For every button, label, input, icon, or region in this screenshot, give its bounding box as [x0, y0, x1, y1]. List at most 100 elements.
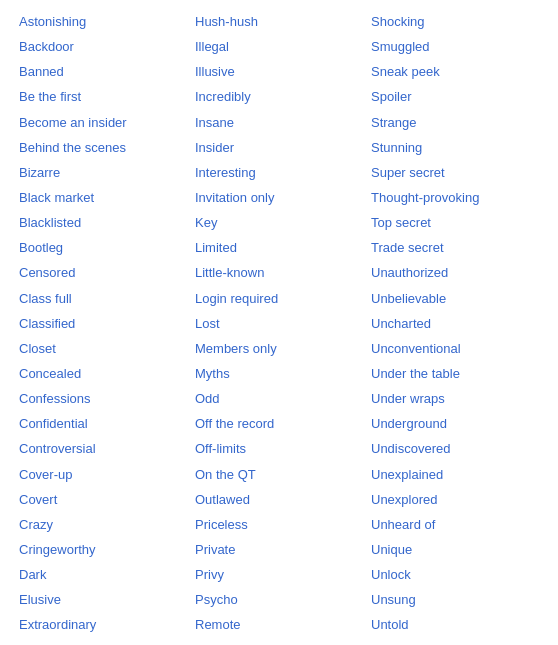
list-item[interactable]: Cringeworthy: [15, 538, 191, 562]
list-item[interactable]: Behind the scenes: [15, 136, 191, 160]
word-link[interactable]: Myths: [195, 366, 230, 381]
word-link[interactable]: Off-limits: [195, 441, 246, 456]
list-item[interactable]: Spoiler: [367, 85, 543, 109]
list-item[interactable]: Private: [191, 538, 367, 562]
word-link[interactable]: Unexplained: [371, 467, 443, 482]
list-item[interactable]: Hush-hush: [191, 10, 367, 34]
word-link[interactable]: Spoiler: [371, 89, 411, 104]
list-item[interactable]: Uncharted: [367, 312, 543, 336]
list-item[interactable]: Dark: [15, 563, 191, 587]
list-item[interactable]: Off-limits: [191, 437, 367, 461]
word-link[interactable]: Confidential: [19, 416, 88, 431]
word-link[interactable]: Login required: [195, 291, 278, 306]
word-link[interactable]: Unsung: [371, 592, 416, 607]
word-link[interactable]: Blacklisted: [19, 215, 81, 230]
list-item[interactable]: Outlawed: [191, 488, 367, 512]
word-link[interactable]: Uncharted: [371, 316, 431, 331]
list-item[interactable]: Blacklisted: [15, 211, 191, 235]
list-item[interactable]: Unconventional: [367, 337, 543, 361]
word-link[interactable]: Controversial: [19, 441, 96, 456]
list-item[interactable]: Backdoor: [15, 35, 191, 59]
word-link[interactable]: Insane: [195, 115, 234, 130]
list-item[interactable]: Elusive: [15, 588, 191, 612]
list-item[interactable]: Unexplained: [367, 463, 543, 487]
word-link[interactable]: Closet: [19, 341, 56, 356]
word-link[interactable]: Become an insider: [19, 115, 127, 130]
list-item[interactable]: Trade secret: [367, 236, 543, 260]
list-item[interactable]: Illusive: [191, 60, 367, 84]
list-item[interactable]: Unheard of: [367, 513, 543, 537]
list-item[interactable]: Login required: [191, 287, 367, 311]
word-link[interactable]: Crazy: [19, 517, 53, 532]
list-item[interactable]: Key: [191, 211, 367, 235]
list-item[interactable]: Bootleg: [15, 236, 191, 260]
list-item[interactable]: Restricted: [191, 639, 367, 645]
word-link[interactable]: Unconventional: [371, 341, 461, 356]
word-link[interactable]: Unbelievable: [371, 291, 446, 306]
word-link[interactable]: Unheard of: [371, 517, 435, 532]
list-item[interactable]: Astonishing: [15, 10, 191, 34]
word-link[interactable]: Key: [195, 215, 217, 230]
word-link[interactable]: Underground: [371, 416, 447, 431]
word-link[interactable]: Insider: [195, 140, 234, 155]
word-link[interactable]: Censored: [19, 265, 75, 280]
word-link[interactable]: Privy: [195, 567, 224, 582]
list-item[interactable]: Banned: [15, 60, 191, 84]
word-link[interactable]: Unique: [371, 542, 412, 557]
list-item[interactable]: Untold: [367, 613, 543, 637]
word-link[interactable]: Class full: [19, 291, 72, 306]
list-item[interactable]: Insane: [191, 111, 367, 135]
word-link[interactable]: Limited: [195, 240, 237, 255]
word-link[interactable]: Odd: [195, 391, 220, 406]
word-link[interactable]: Strange: [371, 115, 417, 130]
word-link[interactable]: Hush-hush: [195, 14, 258, 29]
word-link[interactable]: On the QT: [195, 467, 256, 482]
list-item[interactable]: Unsung: [367, 588, 543, 612]
list-item[interactable]: Thought-provoking: [367, 186, 543, 210]
word-link[interactable]: Covert: [19, 492, 57, 507]
list-item[interactable]: Closet: [15, 337, 191, 361]
list-item[interactable]: Under the table: [367, 362, 543, 386]
word-link[interactable]: Unauthorized: [371, 265, 448, 280]
word-link[interactable]: Cringeworthy: [19, 542, 96, 557]
list-item[interactable]: Insider: [191, 136, 367, 160]
word-link[interactable]: Cover-up: [19, 467, 72, 482]
word-link[interactable]: Smuggled: [371, 39, 430, 54]
word-link[interactable]: Under the table: [371, 366, 460, 381]
list-item[interactable]: Privy: [191, 563, 367, 587]
list-item[interactable]: Off the record: [191, 412, 367, 436]
list-item[interactable]: Odd: [191, 387, 367, 411]
list-item[interactable]: Little-known: [191, 261, 367, 285]
list-item[interactable]: Confessions: [15, 387, 191, 411]
list-item[interactable]: Crazy: [15, 513, 191, 537]
list-item[interactable]: Controversial: [15, 437, 191, 461]
word-link[interactable]: Members only: [195, 341, 277, 356]
list-item[interactable]: Concealed: [15, 362, 191, 386]
list-item[interactable]: Top secret: [367, 211, 543, 235]
list-item[interactable]: Undiscovered: [367, 437, 543, 461]
word-link[interactable]: Concealed: [19, 366, 81, 381]
list-item[interactable]: Unexplored: [367, 488, 543, 512]
word-link[interactable]: Illusive: [195, 64, 235, 79]
word-link[interactable]: Bizarre: [19, 165, 60, 180]
list-item[interactable]: Underground: [367, 412, 543, 436]
list-item[interactable]: Unbelievable: [367, 287, 543, 311]
word-link[interactable]: Bootleg: [19, 240, 63, 255]
word-link[interactable]: Remote: [195, 617, 241, 632]
word-link[interactable]: Black market: [19, 190, 94, 205]
list-item[interactable]: Interesting: [191, 161, 367, 185]
list-item[interactable]: Members only: [191, 337, 367, 361]
word-link[interactable]: Backdoor: [19, 39, 74, 54]
word-link[interactable]: Incredibly: [195, 89, 251, 104]
list-item[interactable]: Limited: [191, 236, 367, 260]
word-link[interactable]: Untold: [371, 617, 409, 632]
word-link[interactable]: Thought-provoking: [371, 190, 479, 205]
list-item[interactable]: Sneak peek: [367, 60, 543, 84]
word-link[interactable]: Sneak peek: [371, 64, 440, 79]
list-item[interactable]: Classified: [15, 312, 191, 336]
list-item[interactable]: Cover-up: [15, 463, 191, 487]
list-item[interactable]: Censored: [15, 261, 191, 285]
word-link[interactable]: Shocking: [371, 14, 424, 29]
word-link[interactable]: Outlawed: [195, 492, 250, 507]
list-item[interactable]: Stunning: [367, 136, 543, 160]
